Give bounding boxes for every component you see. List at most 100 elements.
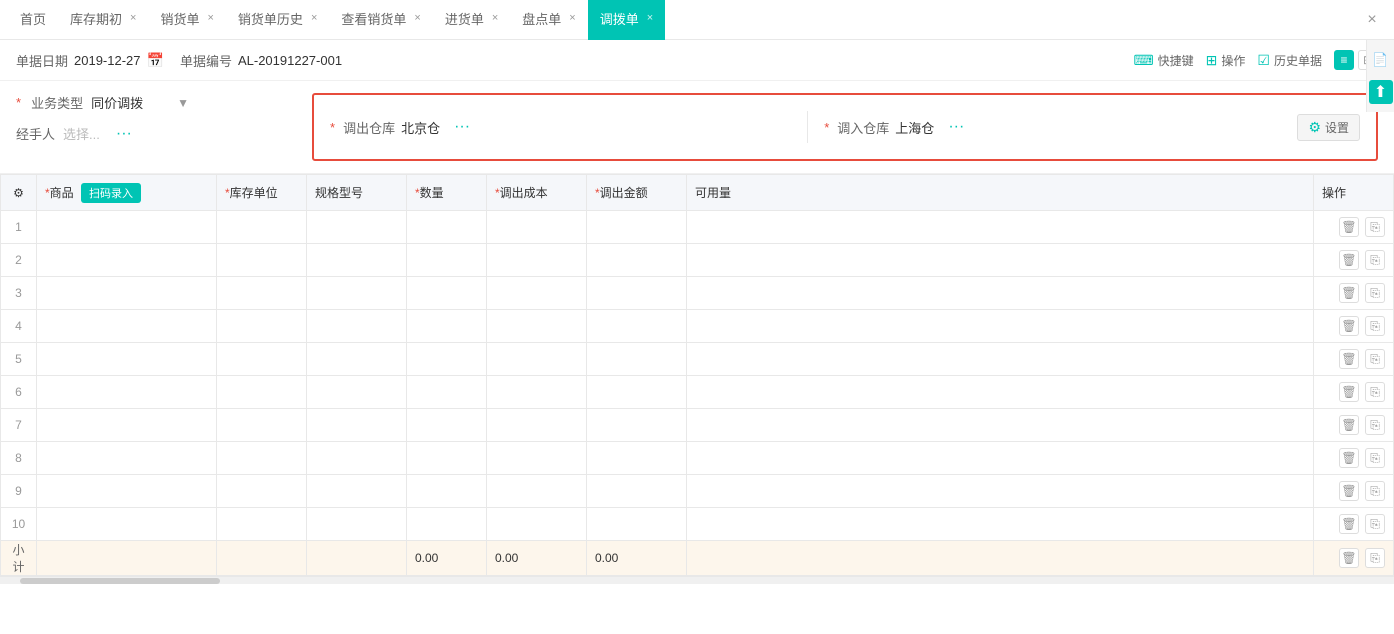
row-unit-cell[interactable] — [217, 376, 307, 409]
row-spec-cell[interactable] — [307, 343, 407, 376]
row-qty-cell[interactable] — [407, 244, 487, 277]
row-delete-button[interactable]: 🗑 — [1339, 217, 1359, 237]
tab-purchase-order[interactable]: 进货单 × — [433, 0, 510, 40]
row-delete-button[interactable]: 🗑 — [1339, 250, 1359, 270]
row-qty-cell[interactable] — [407, 277, 487, 310]
row-cost-cell[interactable] — [487, 442, 587, 475]
row-unit-cell[interactable] — [217, 508, 307, 541]
row-qty-cell[interactable] — [407, 343, 487, 376]
warehouse-out-more-button[interactable]: ··· — [454, 118, 470, 136]
row-delete-button[interactable]: 🗑 — [1339, 448, 1359, 468]
row-amount-cell[interactable] — [587, 211, 687, 244]
calendar-icon[interactable]: 📅 — [147, 52, 164, 69]
column-header-settings[interactable]: ⚙ — [1, 175, 37, 211]
row-copy-button[interactable]: ⎘ — [1365, 316, 1385, 336]
close-all-tabs-button[interactable]: × — [1358, 6, 1386, 34]
row-spec-cell[interactable] — [307, 409, 407, 442]
row-product-cell[interactable] — [37, 343, 217, 376]
row-qty-cell[interactable] — [407, 211, 487, 244]
row-spec-cell[interactable] — [307, 442, 407, 475]
row-amount-cell[interactable] — [587, 409, 687, 442]
row-product-cell[interactable] — [37, 310, 217, 343]
tab-stocktaking-close[interactable]: × — [569, 13, 575, 24]
date-value[interactable]: 2019-12-27 — [74, 53, 141, 68]
row-cost-cell[interactable] — [487, 343, 587, 376]
row-spec-cell[interactable] — [307, 211, 407, 244]
row-cost-cell[interactable] — [487, 244, 587, 277]
row-qty-cell[interactable] — [407, 508, 487, 541]
row-spec-cell[interactable] — [307, 244, 407, 277]
row-product-cell[interactable] — [37, 277, 217, 310]
list-view-button[interactable]: ≡ — [1334, 50, 1354, 70]
business-type-select[interactable]: 同价调拨 ▼ — [91, 93, 189, 112]
row-qty-cell[interactable] — [407, 409, 487, 442]
business-type-dropdown-icon[interactable]: ▼ — [177, 96, 189, 110]
row-delete-button[interactable]: 🗑 — [1339, 349, 1359, 369]
row-product-cell[interactable] — [37, 211, 217, 244]
row-cost-cell[interactable] — [487, 211, 587, 244]
row-copy-button[interactable]: ⎘ — [1365, 548, 1385, 568]
row-unit-cell[interactable] — [217, 442, 307, 475]
tab-stocktaking[interactable]: 盘点单 × — [510, 0, 587, 40]
row-cost-cell[interactable] — [487, 376, 587, 409]
row-copy-button[interactable]: ⎘ — [1365, 448, 1385, 468]
quick-key-button[interactable]: ⌨ 快捷键 — [1133, 52, 1193, 69]
tab-sales-order-close[interactable]: × — [207, 13, 213, 24]
row-spec-cell[interactable] — [307, 508, 407, 541]
row-unit-cell[interactable] — [217, 310, 307, 343]
row-copy-button[interactable]: ⎘ — [1365, 250, 1385, 270]
row-qty-cell[interactable] — [407, 442, 487, 475]
row-spec-cell[interactable] — [307, 376, 407, 409]
history-button[interactable]: ☑ 历史单据 — [1257, 52, 1322, 69]
row-product-cell[interactable] — [37, 442, 217, 475]
row-amount-cell[interactable] — [587, 343, 687, 376]
row-unit-cell[interactable] — [217, 409, 307, 442]
row-spec-cell[interactable] — [307, 475, 407, 508]
row-amount-cell[interactable] — [587, 244, 687, 277]
row-product-cell[interactable] — [37, 244, 217, 277]
row-copy-button[interactable]: ⎘ — [1365, 217, 1385, 237]
row-unit-cell[interactable] — [217, 343, 307, 376]
row-copy-button[interactable]: ⎘ — [1365, 481, 1385, 501]
row-delete-button[interactable]: 🗑 — [1339, 316, 1359, 336]
row-product-cell[interactable] — [37, 376, 217, 409]
row-delete-button[interactable]: 🗑 — [1339, 415, 1359, 435]
row-unit-cell[interactable] — [217, 244, 307, 277]
horizontal-scrollbar[interactable] — [0, 576, 1394, 584]
row-amount-cell[interactable] — [587, 442, 687, 475]
row-qty-cell[interactable] — [407, 376, 487, 409]
row-amount-cell[interactable] — [587, 277, 687, 310]
row-cost-cell[interactable] — [487, 409, 587, 442]
operations-button[interactable]: ⊞ 操作 — [1206, 52, 1246, 69]
row-unit-cell[interactable] — [217, 475, 307, 508]
row-product-cell[interactable] — [37, 475, 217, 508]
row-cost-cell[interactable] — [487, 508, 587, 541]
row-copy-button[interactable]: ⎘ — [1365, 415, 1385, 435]
row-delete-button[interactable]: 🗑 — [1339, 382, 1359, 402]
tab-sales-history[interactable]: 销货单历史 × — [226, 0, 329, 40]
row-unit-cell[interactable] — [217, 211, 307, 244]
scan-input-button[interactable]: 扫码录入 — [81, 183, 141, 203]
row-copy-button[interactable]: ⎘ — [1365, 349, 1385, 369]
row-delete-button[interactable]: 🗑 — [1339, 283, 1359, 303]
tab-sales-order[interactable]: 销货单 × — [148, 0, 225, 40]
warehouse-in-more-button[interactable]: ··· — [948, 118, 964, 136]
tab-view-sales[interactable]: 查看销货单 × — [329, 0, 432, 40]
warehouse-in-value[interactable]: 上海仓 — [895, 118, 934, 137]
row-spec-cell[interactable] — [307, 277, 407, 310]
row-cost-cell[interactable] — [487, 277, 587, 310]
row-amount-cell[interactable] — [587, 310, 687, 343]
row-product-cell[interactable] — [37, 508, 217, 541]
row-unit-cell[interactable] — [217, 277, 307, 310]
sidebar-link-button[interactable]: ⬆ — [1369, 80, 1393, 104]
row-product-cell[interactable] — [37, 409, 217, 442]
tab-inventory-init-close[interactable]: × — [130, 13, 136, 24]
row-copy-button[interactable]: ⎘ — [1365, 283, 1385, 303]
warehouse-out-value[interactable]: 北京仓 — [401, 118, 440, 137]
row-cost-cell[interactable] — [487, 475, 587, 508]
row-qty-cell[interactable] — [407, 310, 487, 343]
person-select[interactable]: 选择... — [63, 124, 100, 143]
row-qty-cell[interactable] — [407, 475, 487, 508]
row-amount-cell[interactable] — [587, 508, 687, 541]
row-copy-button[interactable]: ⎘ — [1365, 514, 1385, 534]
